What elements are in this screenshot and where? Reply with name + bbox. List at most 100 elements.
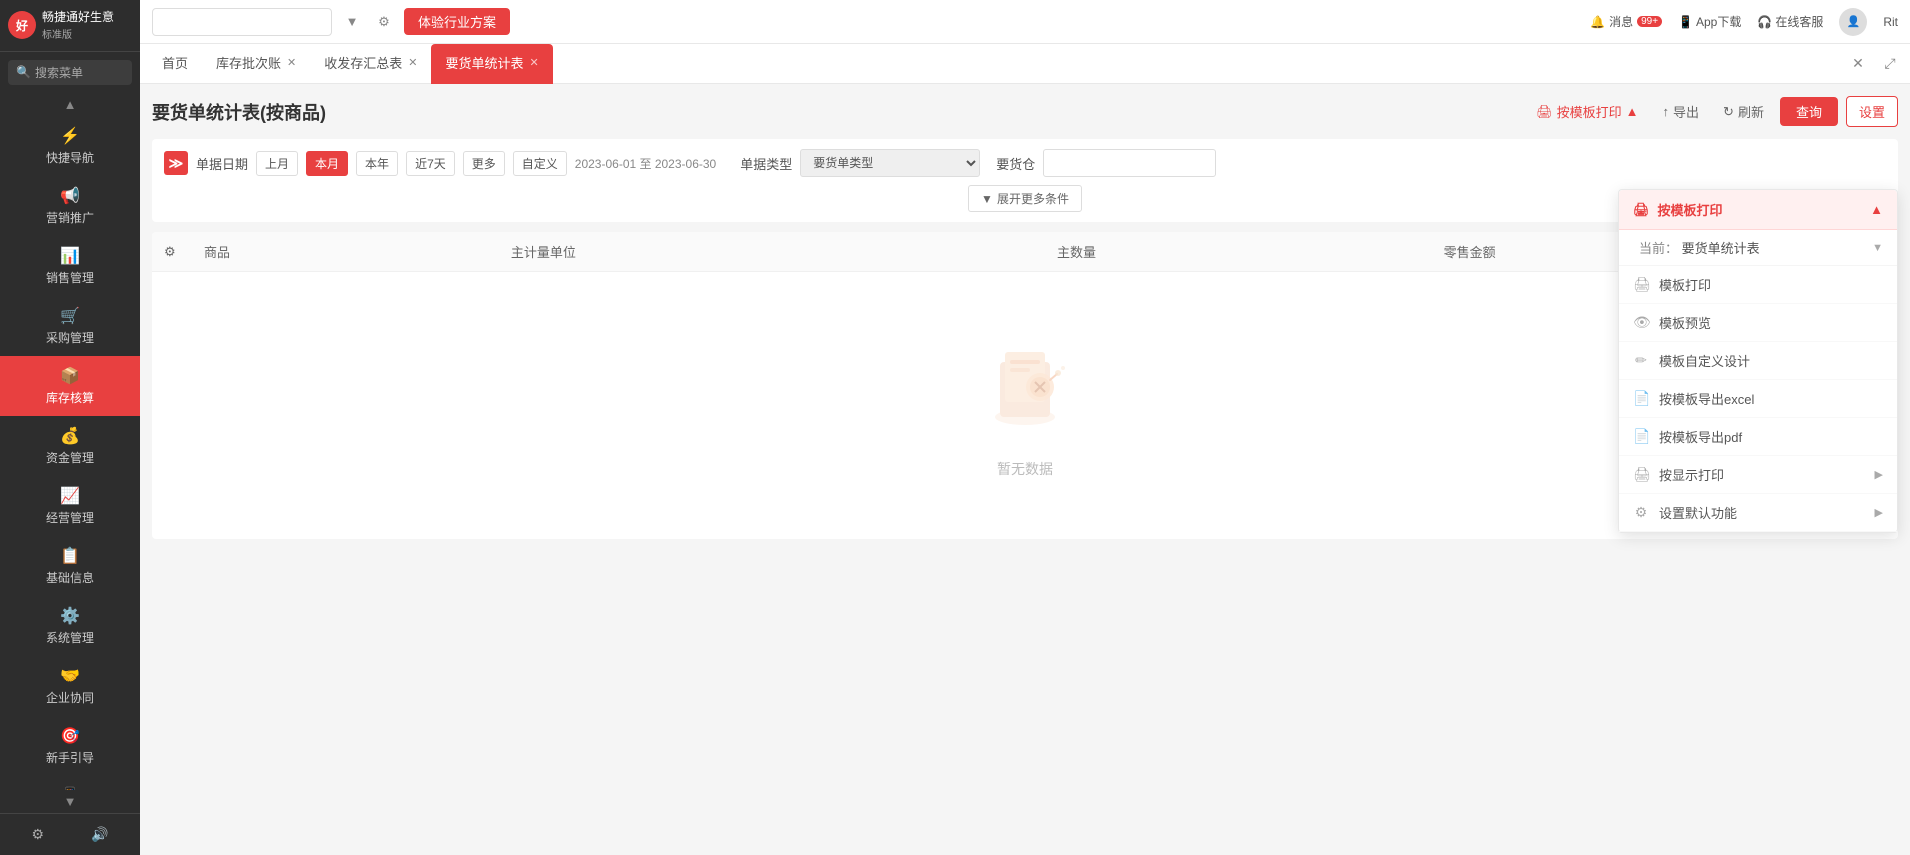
dropdown-header-label: 按模板打印	[1658, 200, 1723, 219]
app-logo: 好 畅捷通好生意 标准版	[0, 0, 140, 52]
expand-more-btn[interactable]: ▼ 展开更多条件	[968, 185, 1082, 212]
dropdown-collapse-btn[interactable]: ▲	[1870, 202, 1883, 217]
dropdown-item-template-excel[interactable]: 📄 按模板导出excel	[1619, 380, 1897, 418]
dropdown-item-template-preview[interactable]: 👁 模板预览	[1619, 304, 1897, 342]
settings-footer-btn[interactable]: ⚙	[28, 822, 49, 847]
sidebar-item-operations[interactable]: 📈 经营管理	[0, 476, 140, 536]
collab-icon: 🤝	[60, 666, 80, 686]
sidebar-scroll-down[interactable]: ▼	[0, 790, 140, 813]
dropdown-header[interactable]: 🖨 按模板打印 ▲	[1619, 190, 1897, 230]
required-goods-label: 要货仓	[996, 154, 1035, 173]
current-chevron: ▼	[1872, 242, 1883, 254]
sidebar-item-label: 快捷导航	[46, 149, 94, 166]
sidebar: 好 畅捷通好生意 标准版 🔍 搜索菜单 ▲ ⚡ 快捷导航 📢 营销推广 📊 销售…	[0, 0, 140, 855]
dropdown-menu: 🖨 按模板打印 ▲ 当前： 要货单统计表 ▼ 🖨 模板打印 👁	[1618, 189, 1898, 533]
audio-footer-btn[interactable]: 🔊	[87, 822, 112, 847]
export-btn[interactable]: ↑ 导出	[1655, 98, 1708, 125]
sidebar-item-purchase[interactable]: 🛒 采购管理	[0, 296, 140, 356]
date-btn-last-month[interactable]: 上月	[256, 151, 298, 176]
operations-icon: 📈	[60, 486, 80, 506]
dropdown-item-template-print[interactable]: 🖨 模板打印	[1619, 266, 1897, 304]
phone-icon: 📱	[1678, 15, 1693, 29]
filter-expand-icon[interactable]: ≫	[164, 151, 188, 175]
marketing-icon: 📢	[60, 186, 80, 206]
sidebar-scroll-up[interactable]: ▲	[0, 93, 140, 116]
window-close-btn[interactable]: ✕	[1846, 52, 1870, 76]
sidebar-search[interactable]: 🔍 搜索菜单	[8, 60, 132, 85]
topbar-search-input[interactable]	[152, 8, 332, 36]
sidebar-item-guide[interactable]: 🎯 新手引导	[0, 716, 140, 776]
notification-btn[interactable]: 🔔 消息 99+	[1590, 13, 1662, 30]
search-label: 搜索菜单	[35, 64, 83, 81]
date-range-display: 2023-06-01 至 2023-06-30	[575, 155, 716, 172]
filter-row: ≫ 单据日期 上月 本月 本年 近7天 更多 自定义 2023-06-01 至 …	[164, 149, 1886, 177]
date-btn-7days[interactable]: 近7天	[406, 151, 455, 176]
dropdown-current-container: 当前： 要货单统计表	[1639, 238, 1760, 257]
app-download-btn[interactable]: 📱 App下载	[1678, 13, 1741, 30]
dropdown-item-display-print[interactable]: 🖨 按显示打印 ▶	[1619, 456, 1897, 494]
tab-home[interactable]: 首页	[148, 44, 202, 84]
dropdown-current-item[interactable]: 当前： 要货单统计表 ▼	[1619, 230, 1897, 266]
online-service-btn[interactable]: 🎧 在线客服	[1757, 13, 1823, 30]
sidebar-item-system[interactable]: ⚙️ 系统管理	[0, 596, 140, 656]
template-design-icon: ✏	[1633, 352, 1649, 369]
tab-receipt-summary[interactable]: 收发存汇总表 ✕	[310, 44, 431, 84]
logo-text-container: 畅捷通好生意 标准版	[42, 10, 114, 41]
user-avatar[interactable]: 👤	[1839, 8, 1867, 36]
tab-order-stats-close[interactable]: ✕	[530, 56, 539, 69]
sidebar-item-finance[interactable]: 💰 资金管理	[0, 416, 140, 476]
sidebar-item-inventory[interactable]: 📦 库存核算	[0, 356, 140, 416]
app-name: 畅捷通好生意	[42, 10, 114, 26]
date-btn-this-month[interactable]: 本月	[306, 151, 348, 176]
tab-inventory-batch-close[interactable]: ✕	[287, 56, 296, 69]
col-settings[interactable]: ⚙	[152, 232, 192, 272]
print-dropdown-arrow: ▲	[1626, 104, 1639, 119]
topbar-dropdown-btn[interactable]: ▼	[340, 10, 364, 34]
page-header: 要货单统计表(按商品) 🖨 按模板打印 ▲ ↑ 导出 ↻ 刷新 查询 设置	[152, 96, 1898, 127]
trial-btn[interactable]: 体验行业方案	[404, 8, 510, 35]
dropdown-item-template-design[interactable]: ✏ 模板自定义设计	[1619, 342, 1897, 380]
sidebar-item-marketing[interactable]: 📢 营销推广	[0, 176, 140, 236]
user-name[interactable]: Rit	[1883, 15, 1898, 29]
refresh-label: 刷新	[1738, 102, 1764, 121]
tab-receipt-summary-close[interactable]: ✕	[408, 56, 417, 69]
dropdown-item-template-pdf[interactable]: 📄 按模板导出pdf	[1619, 418, 1897, 456]
query-btn[interactable]: 查询	[1780, 97, 1838, 126]
date-btn-custom[interactable]: 自定义	[513, 151, 567, 176]
page-title: 要货单统计表(按商品)	[152, 99, 326, 125]
display-print-icon: 🖨	[1633, 466, 1649, 483]
chevron-down-icon: ▼	[981, 192, 993, 206]
tab-home-label: 首页	[162, 53, 188, 72]
sidebar-item-app-center[interactable]: 📱 应用中心	[0, 776, 140, 790]
tab-order-stats[interactable]: 要货单统计表 ✕	[431, 44, 552, 84]
window-expand-btn[interactable]: ⤢	[1878, 52, 1902, 76]
required-goods-input[interactable]	[1043, 149, 1216, 177]
column-settings-icon[interactable]: ⚙	[164, 244, 176, 259]
sidebar-item-quick-nav[interactable]: ⚡ 快捷导航	[0, 116, 140, 176]
current-prefix: 当前：	[1639, 241, 1678, 256]
template-excel-icon: 📄	[1633, 390, 1649, 407]
sidebar-item-collab[interactable]: 🤝 企业协同	[0, 656, 140, 716]
tab-inventory-batch[interactable]: 库存批次账 ✕	[202, 44, 310, 84]
date-btn-more[interactable]: 更多	[463, 151, 505, 176]
template-print-label: 模板打印	[1659, 275, 1711, 294]
headset-icon: 🎧	[1757, 15, 1772, 29]
sidebar-item-label: 新手引导	[46, 749, 94, 766]
sidebar-item-label: 经营管理	[46, 509, 94, 526]
refresh-btn[interactable]: ↻ 刷新	[1715, 98, 1772, 125]
sidebar-item-label: 销售管理	[46, 269, 94, 286]
sidebar-items: ⚡ 快捷导航 📢 营销推广 📊 销售管理 🛒 采购管理 📦 库存核算 💰 资金管…	[0, 116, 140, 790]
col-quantity: 主数量	[1045, 232, 1432, 272]
settings-btn[interactable]: 设置	[1846, 96, 1898, 127]
sidebar-item-sales[interactable]: 📊 销售管理	[0, 236, 140, 296]
page-actions: 🖨 按模板打印 ▲ ↑ 导出 ↻ 刷新 查询 设置	[1528, 96, 1898, 127]
order-type-select[interactable]: 要货单类型	[800, 149, 980, 177]
print-template-btn[interactable]: 🖨 按模板打印 ▲	[1528, 98, 1646, 125]
guide-icon: 🎯	[60, 726, 80, 746]
display-print-label: 按显示打印	[1659, 465, 1724, 484]
sidebar-item-base-info[interactable]: 📋 基础信息	[0, 536, 140, 596]
date-btn-this-year[interactable]: 本年	[356, 151, 398, 176]
dropdown-item-set-default[interactable]: ⚙ 设置默认功能 ▶	[1619, 494, 1897, 532]
topbar-gear-btn[interactable]: ⚙	[372, 10, 396, 34]
quick-nav-icon: ⚡	[60, 126, 80, 146]
